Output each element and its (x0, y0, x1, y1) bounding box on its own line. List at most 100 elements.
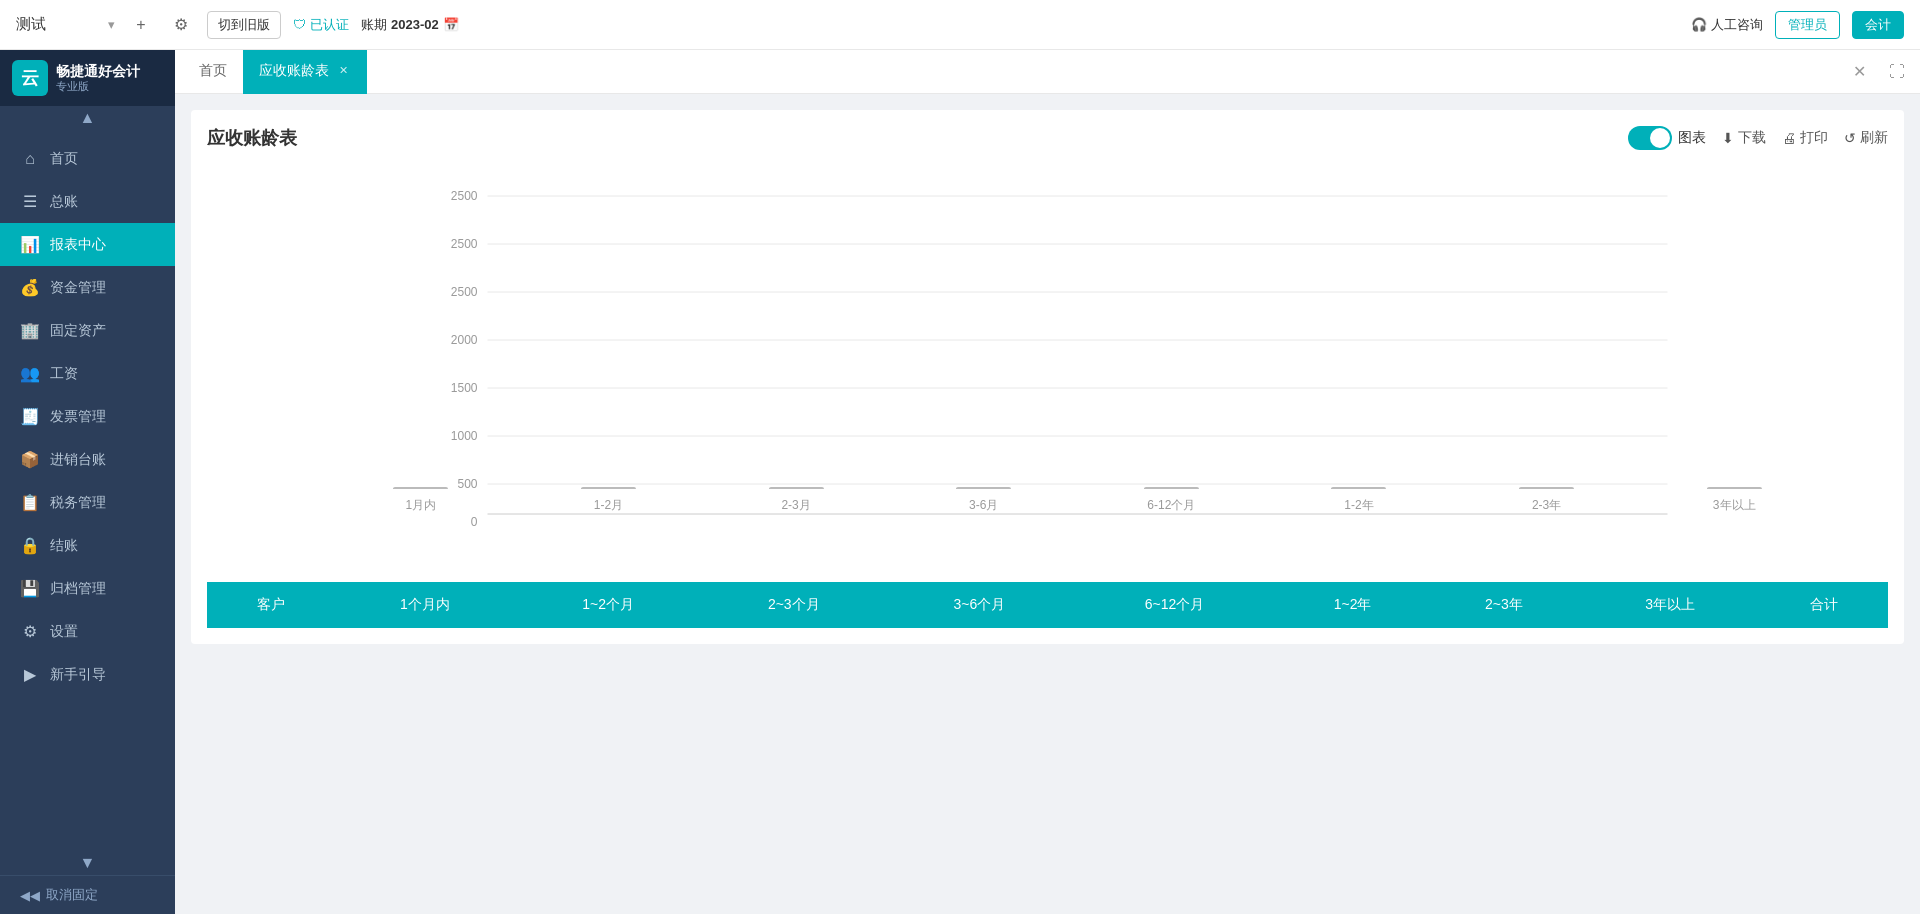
tab-close-aging[interactable]: ✕ (335, 63, 351, 79)
refresh-button[interactable]: ↺ 刷新 (1844, 129, 1888, 147)
role-button[interactable]: 会计 (1852, 11, 1904, 39)
col-header: 1个月内 (334, 582, 515, 628)
sidebar-item-ledger[interactable]: ☰ 总账 (0, 180, 175, 223)
bar (1144, 487, 1199, 489)
tab-home[interactable]: 首页 (183, 50, 243, 94)
headset-icon: 🎧 (1691, 17, 1707, 32)
bar (1707, 487, 1762, 489)
app-logo: 云 畅捷通好会计 专业版 (0, 50, 175, 106)
project-dropdown[interactable]: ▾ (108, 17, 115, 32)
col-header: 客户 (207, 582, 334, 628)
bar-group: 6-12个月 (1078, 487, 1266, 514)
table-container: 客户1个月内1~2个月2~3个月3~6个月6~12个月1~2年2~3年3年以上合… (207, 582, 1888, 628)
col-header: 6~12个月 (1072, 582, 1277, 628)
tax-label: 税务管理 (50, 494, 106, 512)
shield-icon: 🛡 (293, 17, 306, 32)
assets-label: 固定资产 (50, 322, 106, 340)
add-button[interactable]: + (127, 11, 155, 39)
ledger-icon: ☰ (20, 192, 40, 211)
tab-label-aging: 应收账龄表 (259, 62, 329, 80)
topbar: 测试 ▾ + ⚙ 切到旧版 🛡 已认证 账期 2023-02 📅 🎧 人工咨询 … (0, 0, 1920, 50)
guide-label: 新手引导 (50, 666, 106, 684)
scroll-down[interactable]: ▼ (0, 851, 175, 875)
col-header: 2~3年 (1428, 582, 1579, 628)
print-button[interactable]: 🖨 打印 (1782, 129, 1828, 147)
sidebar-item-assets[interactable]: 🏢 固定资产 (0, 309, 175, 352)
bar-group: 1月内 (327, 487, 515, 514)
col-header: 2~3个月 (701, 582, 887, 628)
tax-icon: 📋 (20, 493, 40, 512)
bar (1519, 487, 1574, 489)
report-header: 应收账龄表 图表 ⬇ 下载 🖨 (207, 126, 1888, 150)
bar-label: 1月内 (405, 497, 436, 514)
tab-aging[interactable]: 应收账龄表 ✕ (243, 50, 367, 94)
col-header: 3~6个月 (887, 582, 1073, 628)
finance-icon: 💰 (20, 278, 40, 297)
invoice-icon: 🧾 (20, 407, 40, 426)
sidebar-item-guide[interactable]: ▶ 新手引导 (0, 653, 175, 696)
sidebar-item-closing[interactable]: 🔒 结账 (0, 524, 175, 567)
bar (769, 487, 824, 489)
reports-label: 报表中心 (50, 236, 106, 254)
sidebar-nav: ⌂ 首页 ☰ 总账 📊 报表中心 💰 资金管理 🏢 固定资产 👥 工资 🧾 发票… (0, 130, 175, 851)
sidebar-item-reports[interactable]: 📊 报表中心 (0, 223, 175, 266)
certified-badge: 🛡 已认证 (293, 16, 349, 34)
tab-bar: 首页 应收账龄表 ✕ ✕ ⛶ (175, 50, 1920, 94)
main-layout: 云 畅捷通好会计 专业版 ▲ ⌂ 首页 ☰ 总账 📊 报表中心 💰 资金管理 🏢… (0, 50, 1920, 914)
sidebar-item-payroll[interactable]: 👥 工资 (0, 352, 175, 395)
report-title: 应收账龄表 (207, 126, 297, 150)
service-button[interactable]: 🎧 人工咨询 (1691, 16, 1763, 34)
bar-label: 3年以上 (1713, 497, 1756, 514)
download-icon: ⬇ (1722, 130, 1734, 146)
report-container: 应收账龄表 图表 ⬇ 下载 🖨 (191, 110, 1904, 644)
col-header: 1~2年 (1277, 582, 1428, 628)
settings-label: 设置 (50, 623, 78, 641)
bar-group: 1-2月 (515, 487, 703, 514)
tab-bar-right: ✕ ⛶ (1844, 57, 1912, 87)
sidebar-item-invoice[interactable]: 🧾 发票管理 (0, 395, 175, 438)
expand-icon[interactable]: ⛶ (1882, 57, 1912, 87)
chart-toggle[interactable]: 图表 (1628, 126, 1706, 150)
finance-label: 资金管理 (50, 279, 106, 297)
toggle-track[interactable] (1628, 126, 1672, 150)
pin-button[interactable]: ◀◀ 取消固定 (0, 875, 175, 914)
sales-label: 进销台账 (50, 451, 106, 469)
payroll-icon: 👥 (20, 364, 40, 383)
settings-icon: ⚙ (20, 622, 40, 641)
calendar-icon[interactable]: 📅 (443, 17, 459, 32)
bar (581, 487, 636, 489)
tab-label-home: 首页 (199, 62, 227, 80)
bar-label: 2-3月 (781, 497, 810, 514)
bar-group: 1-2年 (1265, 487, 1453, 514)
refresh-icon: ↺ (1844, 130, 1856, 146)
app-edition: 专业版 (56, 80, 140, 93)
switch-old-button[interactable]: 切到旧版 (207, 11, 281, 39)
sidebar-item-finance[interactable]: 💰 资金管理 (0, 266, 175, 309)
page-content: 应收账龄表 图表 ⬇ 下载 🖨 (175, 94, 1920, 914)
app-name: 畅捷通好会计 (56, 63, 140, 80)
chart-toggle-label: 图表 (1678, 129, 1706, 147)
assets-icon: 🏢 (20, 321, 40, 340)
bar (1331, 487, 1386, 489)
bar (393, 487, 448, 489)
sidebar-item-sales[interactable]: 📦 进销台账 (0, 438, 175, 481)
logo-text: 畅捷通好会计 专业版 (56, 63, 140, 93)
scroll-up[interactable]: ▲ (0, 106, 175, 130)
sidebar-item-tax[interactable]: 📋 税务管理 (0, 481, 175, 524)
home-label: 首页 (50, 150, 78, 168)
manager-button[interactable]: 管理员 (1775, 11, 1840, 39)
sidebar-item-archive[interactable]: 💾 归档管理 (0, 567, 175, 610)
bar-group: 3年以上 (1640, 487, 1828, 514)
sidebar-item-home[interactable]: ⌂ 首页 (0, 138, 175, 180)
download-button[interactable]: ⬇ 下载 (1722, 129, 1766, 147)
col-header: 合计 (1760, 582, 1888, 628)
sidebar-item-settings[interactable]: ⚙ 设置 (0, 610, 175, 653)
bar-group: 2-3月 (702, 487, 890, 514)
home-icon: ⌂ (20, 150, 40, 168)
sales-icon: 📦 (20, 450, 40, 469)
bar (956, 487, 1011, 489)
content-area: 首页应收账龄表✕ ✕ ⛶ 应收账龄表 图表 (175, 50, 1920, 914)
project-name: 测试 (16, 15, 96, 34)
settings-icon[interactable]: ⚙ (167, 11, 195, 39)
close-tab-icon[interactable]: ✕ (1844, 57, 1874, 87)
